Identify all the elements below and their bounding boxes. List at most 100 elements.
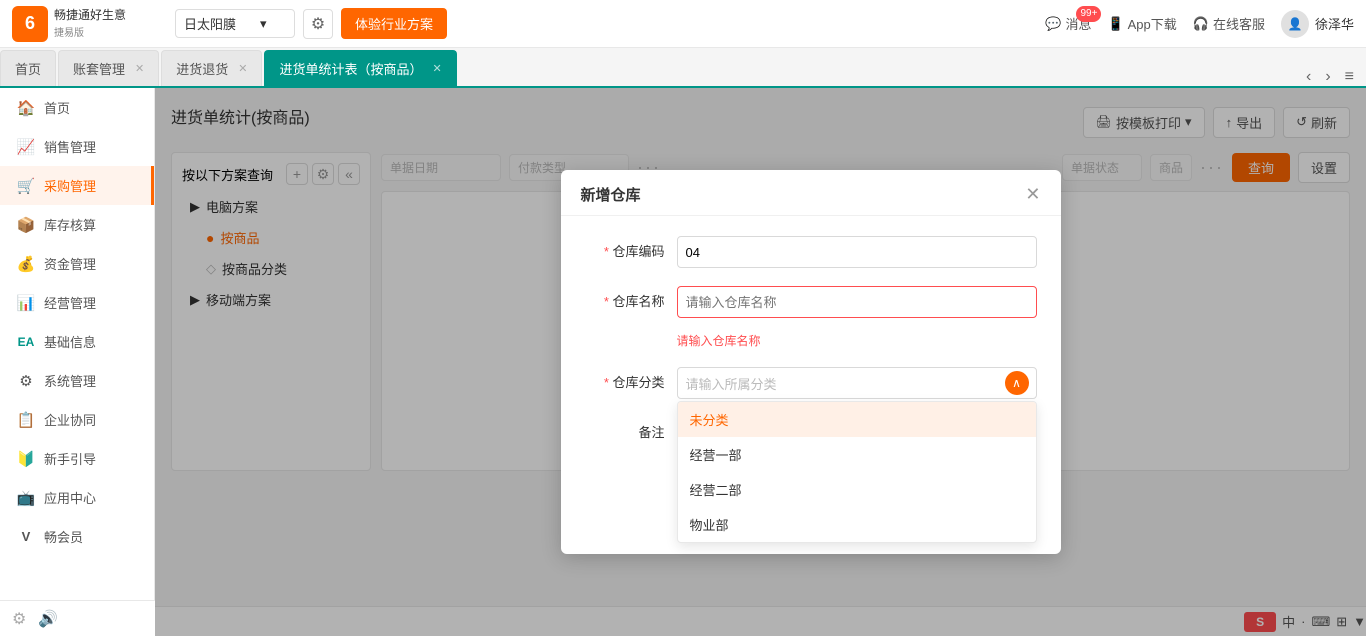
- username-label: 徐泽华: [1315, 14, 1354, 33]
- enterprise-icon: 📋: [16, 411, 36, 429]
- tab-right-arrow[interactable]: ›: [1321, 68, 1334, 86]
- guide-icon: 🔰: [16, 450, 36, 468]
- name-error-msg: 请输入仓库名称: [677, 334, 761, 348]
- name-input[interactable]: [677, 286, 1037, 318]
- logo-text-block: 畅捷通好生意 捷易版: [54, 8, 126, 39]
- search-dropdown[interactable]: 日太阳膜 ▾: [175, 9, 295, 38]
- dropdown-item-2[interactable]: 经营二部: [678, 472, 1036, 507]
- logo-area: 6 畅捷通好生意 捷易版: [12, 6, 167, 42]
- home-icon: 🏠: [16, 99, 36, 117]
- form-row-code: 仓库编码: [585, 236, 1037, 268]
- tab-menu-icon[interactable]: ≡: [1341, 68, 1358, 86]
- app-center-icon: 📺: [16, 489, 36, 507]
- dropdown-item-0[interactable]: 未分类: [678, 402, 1036, 437]
- sidebar-item-operations[interactable]: 📊 经营管理: [0, 283, 154, 322]
- page-area: 进货单统计(按商品) 🖨 按模板打印 ▾ ↑ 导出 ↺ 刷新: [155, 88, 1366, 636]
- dropdown-arrow-icon: ▾: [260, 16, 267, 32]
- purchase-icon: 🛒: [16, 177, 36, 195]
- settings-icon-btn[interactable]: ⚙: [303, 9, 333, 39]
- tab-purchase-return-label: 进货退货: [176, 59, 228, 78]
- message-notification[interactable]: 💬 消息 99+: [1045, 14, 1091, 33]
- tab-home[interactable]: 首页: [0, 50, 56, 86]
- category-placeholder: 请输入所属分类: [686, 374, 777, 393]
- category-select[interactable]: 请输入所属分类: [677, 367, 1037, 399]
- headset-icon: 🎧: [1193, 16, 1209, 32]
- form-row-name: 仓库名称 请输入仓库名称: [585, 286, 1037, 349]
- sidebar-settings-icon[interactable]: ⚙: [12, 609, 26, 629]
- tab-actions: ‹ › ≡: [1302, 68, 1366, 86]
- sidebar-label-home: 首页: [44, 98, 70, 117]
- sales-icon: 📈: [16, 138, 36, 156]
- sidebar-label-finance: 资金管理: [44, 254, 96, 273]
- tab-account-label: 账套管理: [73, 59, 125, 78]
- finance-icon: 💰: [16, 255, 36, 273]
- tab-left-arrow[interactable]: ‹: [1302, 68, 1315, 86]
- sidebar-volume-icon[interactable]: 🔊: [38, 609, 58, 629]
- modal-title: 新增仓库: [581, 184, 641, 205]
- modal-close-btn[interactable]: ✕: [1025, 184, 1040, 205]
- sidebar-item-enterprise[interactable]: 📋 企业协同: [0, 400, 154, 439]
- app-label: App下载: [1128, 14, 1177, 33]
- tab-bar: 首页 账套管理 ✕ 进货退货 ✕ 进货单统计表（按商品） ✕ ‹ › ≡: [0, 48, 1366, 88]
- service-label: 在线客服: [1213, 14, 1265, 33]
- sidebar-footer: ⚙ 🔊: [0, 600, 155, 636]
- modal-header: 新增仓库 ✕: [561, 170, 1061, 216]
- sidebar-label-app-center: 应用中心: [44, 488, 96, 507]
- sidebar-label-member: 畅会员: [44, 527, 83, 546]
- gear-icon: ⚙: [311, 14, 325, 34]
- sidebar-label-stock: 库存核算: [44, 215, 96, 234]
- operations-icon: 📊: [16, 294, 36, 312]
- tab-account-close[interactable]: ✕: [135, 62, 144, 75]
- tab-purchase-return-close[interactable]: ✕: [238, 62, 247, 75]
- sidebar-item-stock[interactable]: 📦 库存核算: [0, 205, 154, 244]
- sidebar-item-system[interactable]: ⚙ 系统管理: [0, 361, 154, 400]
- tab-account[interactable]: 账套管理 ✕: [58, 50, 159, 86]
- sidebar-item-app-center[interactable]: 📺 应用中心: [0, 478, 154, 517]
- sidebar-label-system: 系统管理: [44, 371, 96, 390]
- sidebar-label-basic-info: 基础信息: [44, 332, 96, 351]
- user-info-area[interactable]: 👤 徐泽华: [1281, 10, 1354, 38]
- sidebar-item-sales[interactable]: 📈 销售管理: [0, 127, 154, 166]
- sidebar-item-finance[interactable]: 💰 资金管理: [0, 244, 154, 283]
- form-row-category: 仓库分类 请输入所属分类 ∧ 未分类 经营一部: [585, 367, 1037, 399]
- dropdown-item-3[interactable]: 物业部: [678, 507, 1036, 542]
- top-right-area: 💬 消息 99+ 📱 App下载 🎧 在线客服 👤 徐泽华: [1045, 10, 1354, 38]
- dropdown-item-1[interactable]: 经营一部: [678, 437, 1036, 472]
- sidebar-item-purchase[interactable]: 🛒 采购管理: [0, 166, 154, 205]
- member-icon: V: [16, 529, 36, 544]
- system-icon: ⚙: [16, 372, 36, 390]
- code-input[interactable]: [677, 236, 1037, 268]
- sidebar-label-purchase: 采购管理: [44, 176, 96, 195]
- search-text: 日太阳膜: [184, 14, 236, 33]
- category-dropdown: 未分类 经营一部 经营二部 物业部: [677, 401, 1037, 543]
- tab-purchase-stats-close[interactable]: ✕: [433, 62, 442, 75]
- category-label: 仓库分类: [585, 367, 665, 399]
- tab-purchase-stats-label: 进货单统计表（按商品）: [279, 59, 422, 78]
- logo-line1: 畅捷通好生意: [54, 8, 126, 24]
- sidebar-item-member[interactable]: V 畅会员: [0, 517, 154, 556]
- sidebar-label-sales: 销售管理: [44, 137, 96, 156]
- category-select-wrapper: 请输入所属分类 ∧ 未分类 经营一部 经营二部: [677, 367, 1037, 399]
- sidebar-item-basic-info[interactable]: EA 基础信息: [0, 322, 154, 361]
- name-label: 仓库名称: [585, 286, 665, 318]
- sidebar-label-guide: 新手引导: [44, 449, 96, 468]
- trial-button[interactable]: 体验行业方案: [341, 8, 447, 39]
- sidebar-item-guide[interactable]: 🔰 新手引导: [0, 439, 154, 478]
- tab-purchase-return[interactable]: 进货退货 ✕: [161, 50, 262, 86]
- app-download[interactable]: 📱 App下载: [1107, 14, 1176, 33]
- sidebar-item-home[interactable]: 🏠 首页: [0, 88, 154, 127]
- main-layout: 🏠 首页 📈 销售管理 🛒 采购管理 📦 库存核算 💰 资金管理 📊 经营管理 …: [0, 88, 1366, 636]
- tab-purchase-stats[interactable]: 进货单统计表（按商品） ✕: [264, 50, 456, 86]
- modal-body: 仓库编码 仓库名称 请输入仓库名称 仓库分类: [561, 216, 1061, 477]
- new-warehouse-modal: 新增仓库 ✕ 仓库编码 仓库名称 请输入仓库名称: [561, 170, 1061, 554]
- remark-label: 备注: [585, 417, 665, 449]
- online-service[interactable]: 🎧 在线客服: [1193, 14, 1265, 33]
- message-icon: 💬: [1045, 16, 1061, 32]
- select-arrow-icon[interactable]: ∧: [1005, 371, 1029, 395]
- message-badge: 99+: [1076, 6, 1101, 22]
- sidebar-label-enterprise: 企业协同: [44, 410, 96, 429]
- tab-home-label: 首页: [15, 59, 41, 78]
- top-bar: 6 畅捷通好生意 捷易版 日太阳膜 ▾ ⚙ 体验行业方案 💬 消息 99+ 📱 …: [0, 0, 1366, 48]
- app-logo-icon: 6: [12, 6, 48, 42]
- stock-icon: 📦: [16, 216, 36, 234]
